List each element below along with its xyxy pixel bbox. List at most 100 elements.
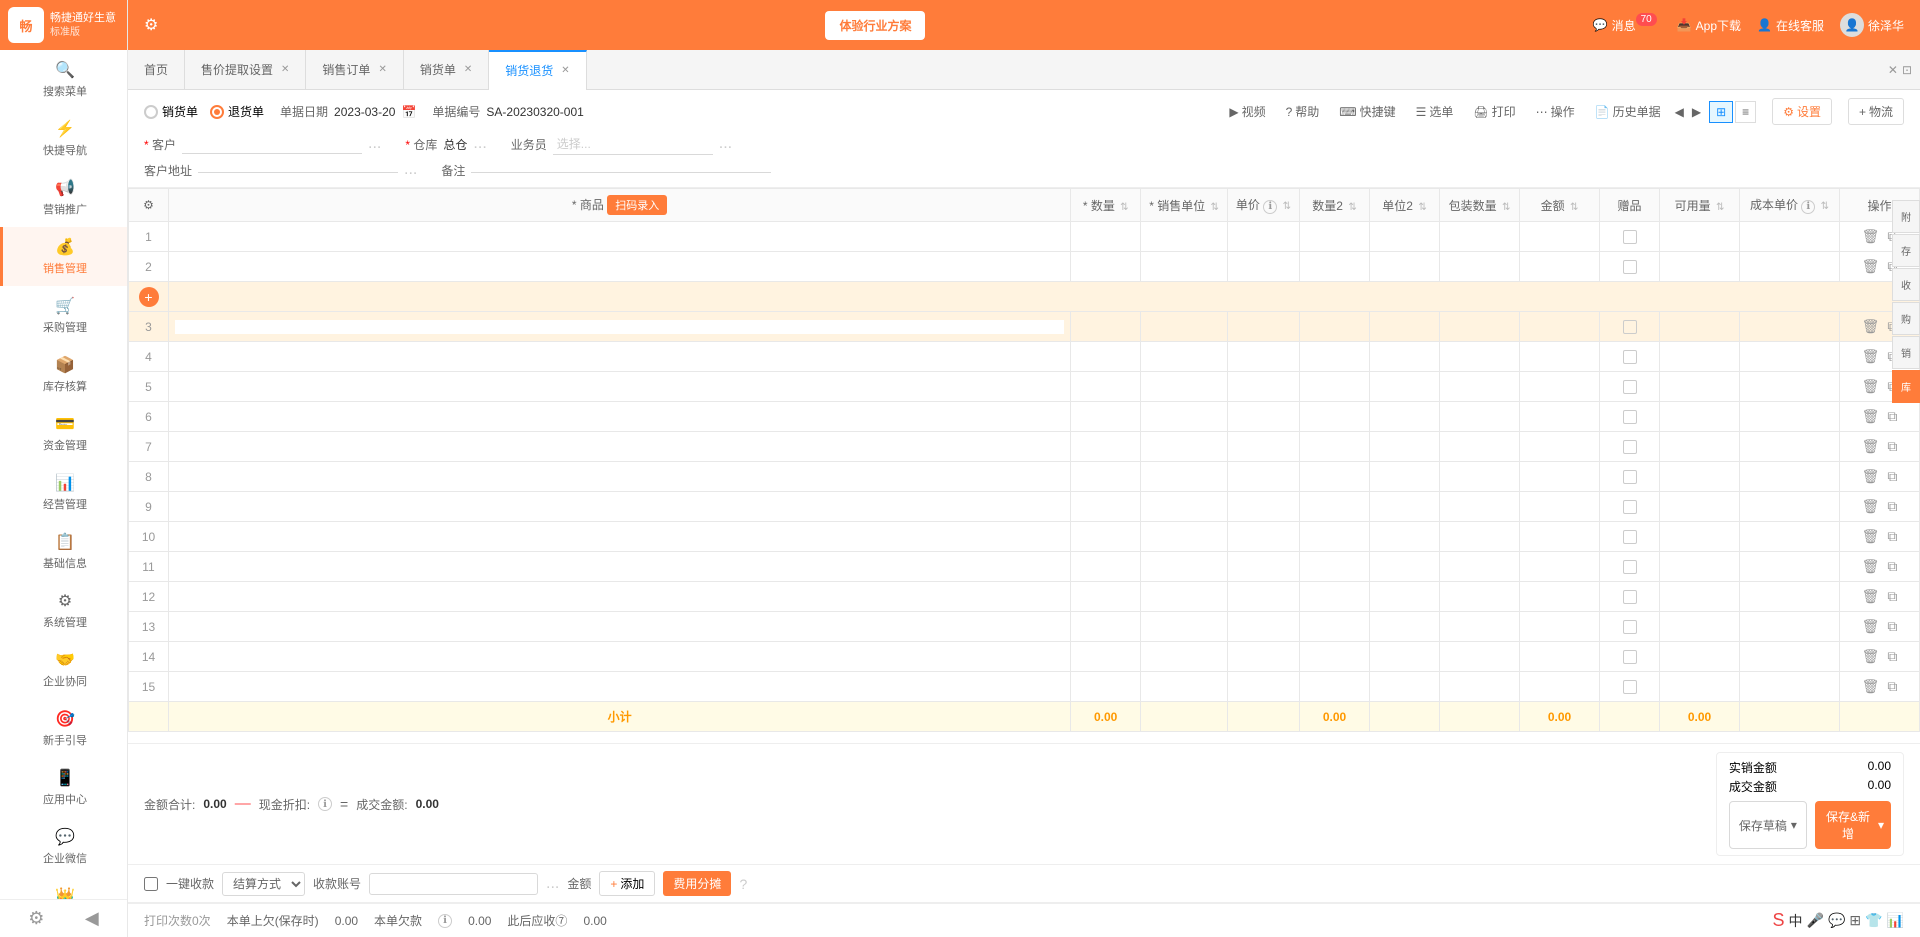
product-cell-12[interactable] [169, 582, 1071, 612]
fee-help-icon[interactable]: ? [739, 876, 747, 892]
avail-cell-4[interactable] [1660, 342, 1740, 372]
cost-cell-12[interactable] [1740, 582, 1840, 612]
sidebar-settings-btn[interactable]: ⚙ [28, 908, 44, 929]
cost-cell-6[interactable] [1740, 402, 1840, 432]
unit2-cell-14[interactable] [1370, 642, 1440, 672]
cost-cell-4[interactable] [1740, 342, 1840, 372]
history-btn[interactable]: 📄 历史单据 [1589, 100, 1667, 123]
qty-cell-8[interactable] [1071, 462, 1141, 492]
cost-cell-9[interactable] [1740, 492, 1840, 522]
amount-cell-12[interactable] [1520, 582, 1600, 612]
qty2-sort-icon[interactable]: ⇅ [1348, 202, 1356, 213]
product-cell-8[interactable] [169, 462, 1071, 492]
radio-return-bill[interactable]: 退货单 [210, 103, 264, 120]
tab-bill-close[interactable]: ✕ [464, 64, 472, 75]
tab-expand-icon[interactable]: ⊡ [1902, 63, 1912, 77]
pkg-cell-1[interactable] [1440, 222, 1520, 252]
sidebar-item-enterprise[interactable]: 🤝 企业协同 [0, 640, 127, 699]
delete-icon-11[interactable]: 🗑 [1862, 558, 1880, 575]
amount-cell-8[interactable] [1520, 462, 1600, 492]
qty2-cell-11[interactable] [1300, 552, 1370, 582]
product-cell-7[interactable] [169, 432, 1071, 462]
product-cell-6[interactable] [169, 402, 1071, 432]
tab-return-close[interactable]: ✕ [561, 65, 569, 76]
price-cell-7[interactable] [1227, 432, 1299, 462]
video-btn[interactable]: ▶ 视频 [1223, 100, 1271, 123]
copy-icon-8[interactable]: ⧉ [1887, 468, 1897, 485]
rq-save[interactable]: 存 [1892, 234, 1920, 267]
tab-price-settings[interactable]: 售价提取设置 ✕ [185, 50, 306, 90]
tab-sales-return[interactable]: 销货退货 ✕ [489, 50, 586, 90]
product-cell-2[interactable] [169, 252, 1071, 282]
qty-cell-10[interactable] [1071, 522, 1141, 552]
qty2-cell-7[interactable] [1300, 432, 1370, 462]
unit-sort-icon[interactable]: ⇅ [1211, 202, 1219, 213]
qty2-cell-3[interactable] [1300, 312, 1370, 342]
avail-cell-14[interactable] [1660, 642, 1740, 672]
unit-cell-4[interactable] [1141, 342, 1228, 372]
unit-cell-9[interactable] [1141, 492, 1228, 522]
avail-cell-11[interactable] [1660, 552, 1740, 582]
gift-checkbox-1[interactable] [1623, 230, 1637, 244]
copy-icon-15[interactable]: ⧉ [1887, 678, 1897, 695]
price-cell-1[interactable] [1227, 222, 1299, 252]
cost-cell-3[interactable] [1740, 312, 1840, 342]
next-record-btn[interactable]: ▶ [1692, 105, 1701, 119]
gift-checkbox-6[interactable] [1623, 410, 1637, 424]
cost-cell-5[interactable] [1740, 372, 1840, 402]
delete-icon-2[interactable]: 🗑 [1862, 258, 1880, 275]
rq-attach[interactable]: 附 [1892, 200, 1920, 233]
gift-checkbox-15[interactable] [1623, 680, 1637, 694]
qty-cell-12[interactable] [1071, 582, 1141, 612]
delete-icon-7[interactable]: 🗑 [1862, 438, 1880, 455]
qty2-cell-2[interactable] [1300, 252, 1370, 282]
unit2-cell-3[interactable] [1370, 312, 1440, 342]
product-cell-3[interactable] [169, 312, 1071, 342]
product-cell-4[interactable] [169, 342, 1071, 372]
qty-cell-15[interactable] [1071, 672, 1141, 702]
delete-icon-3[interactable]: 🗑 [1862, 318, 1880, 335]
price-cell-15[interactable] [1227, 672, 1299, 702]
rq-recv[interactable]: 收 [1892, 268, 1920, 301]
unit-cell-12[interactable] [1141, 582, 1228, 612]
cost-cell-14[interactable] [1740, 642, 1840, 672]
cost-cell-13[interactable] [1740, 612, 1840, 642]
select-btn[interactable]: ☰ 选单 [1410, 100, 1460, 123]
qty2-cell-14[interactable] [1300, 642, 1370, 672]
address-input[interactable] [198, 168, 398, 173]
tab-sales-bill[interactable]: 销货单 ✕ [404, 50, 489, 90]
amount-cell-5[interactable] [1520, 372, 1600, 402]
qty2-cell-12[interactable] [1300, 582, 1370, 612]
price-sort-icon[interactable]: ⇅ [1283, 201, 1291, 212]
gift-cell-1[interactable] [1600, 222, 1660, 252]
copy-icon-6[interactable]: ⧉ [1887, 408, 1897, 425]
delete-icon-1[interactable]: 🗑 [1862, 228, 1880, 245]
cost-cell-8[interactable] [1740, 462, 1840, 492]
price-cell-14[interactable] [1227, 642, 1299, 672]
scan-button[interactable]: 扫码录入 [607, 195, 667, 215]
price-cell-10[interactable] [1227, 522, 1299, 552]
payment-method-select[interactable]: 结算方式 [222, 872, 305, 896]
price-cell-5[interactable] [1227, 372, 1299, 402]
product-input-3[interactable] [175, 320, 1064, 334]
unit2-cell-1[interactable] [1370, 222, 1440, 252]
print-btn[interactable]: 🖨 打印 [1467, 100, 1521, 123]
gift-cell-14[interactable] [1600, 642, 1660, 672]
settings-button[interactable]: ⚙ 设置 [1772, 98, 1832, 125]
unit2-cell-15[interactable] [1370, 672, 1440, 702]
amount-cell-15[interactable] [1520, 672, 1600, 702]
qty2-cell-1[interactable] [1300, 222, 1370, 252]
cost-cell-7[interactable] [1740, 432, 1840, 462]
tab-sales-order[interactable]: 销售订单 ✕ [306, 50, 403, 90]
copy-icon-9[interactable]: ⧉ [1887, 498, 1897, 515]
gift-cell-6[interactable] [1600, 402, 1660, 432]
view-grid-btn[interactable]: ⊞ [1709, 101, 1733, 123]
pkg-cell-15[interactable] [1440, 672, 1520, 702]
cost-info-icon[interactable]: ℹ [1801, 200, 1815, 214]
radio-sale-bill[interactable]: 销货单 [144, 103, 198, 120]
amount-cell-6[interactable] [1520, 402, 1600, 432]
qty2-cell-10[interactable] [1300, 522, 1370, 552]
add-row-btn[interactable]: + [139, 287, 159, 307]
sidebar-item-sales[interactable]: 💰 销售管理 [0, 227, 127, 286]
save-new-button[interactable]: 保存&新增 ▾ [1815, 801, 1891, 849]
